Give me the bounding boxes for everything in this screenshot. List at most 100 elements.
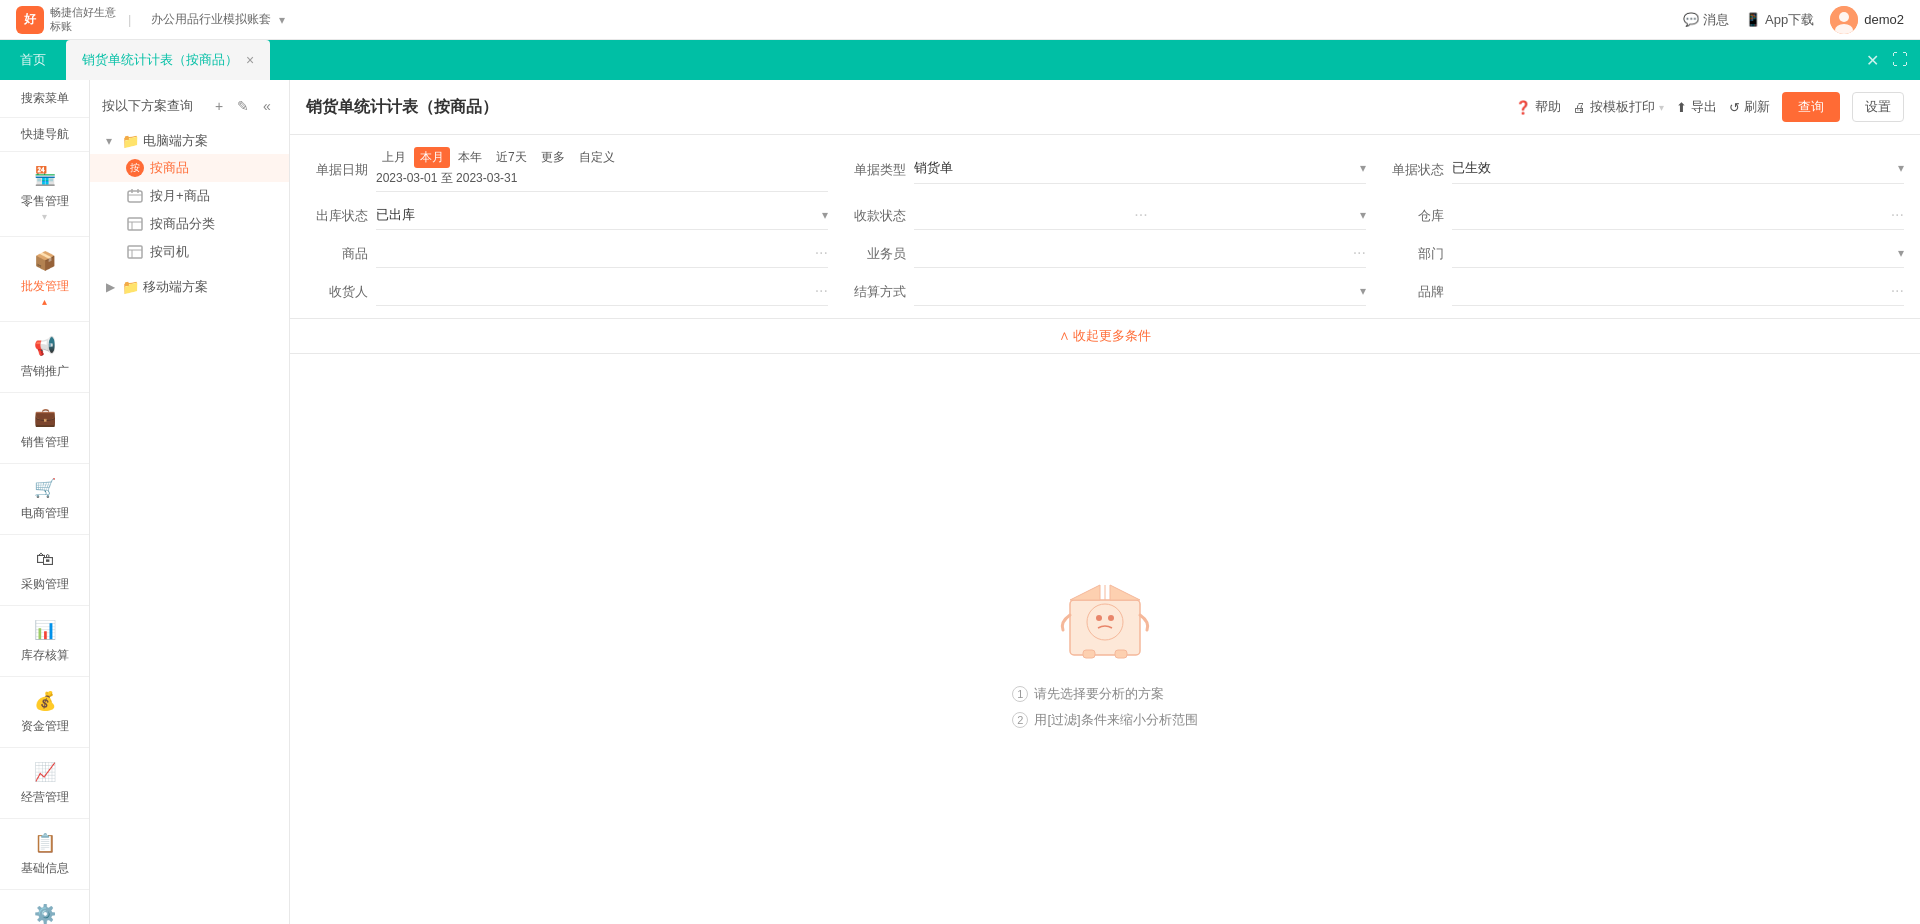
tree-item-by-month-goods[interactable]: 按月+商品 <box>90 182 289 210</box>
tree-item-by-category[interactable]: 按商品分类 <box>90 210 289 238</box>
help-button[interactable]: ❓ 帮助 <box>1515 98 1561 116</box>
tree-item-by-goods[interactable]: 按 按商品 <box>90 154 289 182</box>
sidebar-item-marketing[interactable]: 📢 营销推广 <box>0 322 89 393</box>
warehouse-control[interactable]: ··· <box>1452 202 1904 230</box>
driver-icon <box>126 243 144 261</box>
svg-rect-3 <box>128 191 142 202</box>
tree-section-pc: ▾ 📁 电脑端方案 按 按商品 按月+商品 <box>90 124 289 270</box>
recvstatus-chevron: ▾ <box>1360 208 1366 222</box>
collapse-bar[interactable]: ∧ 收起更多条件 <box>290 319 1920 354</box>
date-btn-this-month[interactable]: 本月 <box>414 147 450 168</box>
page-title: 销货单统计计表（按商品） <box>306 97 498 130</box>
sidebar-item-system[interactable]: ⚙️ 系统管理 <box>0 890 89 924</box>
tree-item-by-driver[interactable]: 按司机 <box>90 238 289 266</box>
date-range[interactable]: 2023-03-01 至 2023-03-31 <box>376 170 517 187</box>
ecommerce-icon: 🛒 <box>34 476 56 501</box>
sidebar-item-operations[interactable]: 📈 经营管理 <box>0 748 89 819</box>
tab-close-icon[interactable]: × <box>246 52 254 68</box>
filter-row-4: 收货人 ··· 结算方式 ▾ 品牌 <box>306 278 1904 306</box>
tab-active[interactable]: 销货单统计计表（按商品） × <box>66 40 270 80</box>
close-window-button[interactable]: ✕ <box>1860 48 1884 72</box>
brand-control[interactable]: ··· <box>1452 278 1904 306</box>
tabbar: 首页 销货单统计计表（按商品） × ✕ ⛶ <box>0 40 1920 80</box>
dept-control[interactable]: ▾ <box>1452 240 1904 268</box>
date-btn-7days[interactable]: 近7天 <box>490 147 533 168</box>
sidebar-item-retail[interactable]: 🏪 零售管理 ▾ <box>0 152 89 237</box>
tree-section-pc-header[interactable]: ▾ 📁 电脑端方案 <box>90 128 289 154</box>
doctype-chevron: ▾ <box>1360 161 1366 175</box>
refresh-icon: ↺ <box>1729 100 1740 115</box>
tree-chevron-right: ▶ <box>106 280 122 294</box>
tree-item-circle: 按 <box>126 159 144 177</box>
empty-tip-1: 1 请先选择要分析的方案 <box>1012 685 1197 703</box>
sidebar-item-sales[interactable]: 💼 销售管理 <box>0 393 89 464</box>
filter-receiver-col: 收货人 ··· <box>306 278 828 306</box>
settle-control[interactable]: ▾ <box>914 278 1366 306</box>
docstatus-chevron: ▾ <box>1898 161 1904 175</box>
refresh-button[interactable]: ↺ 刷新 <box>1729 98 1770 116</box>
date-btn-this-year[interactable]: 本年 <box>452 147 488 168</box>
marketing-icon: 📢 <box>34 334 56 359</box>
main-area: 搜索菜单 快捷导航 🏪 零售管理 ▾ 📦 批发管理 ▴ 📢 营销推广 💼 销售管… <box>0 80 1920 924</box>
warehouse-label: 仓库 <box>1382 207 1452 225</box>
message-button[interactable]: 💬 消息 <box>1683 11 1729 29</box>
export-button[interactable]: ⬆ 导出 <box>1676 98 1717 116</box>
recvstatus-control[interactable]: ··· ▾ <box>914 202 1366 230</box>
svg-rect-7 <box>128 218 142 230</box>
date-btn-more[interactable]: 更多 <box>535 147 571 168</box>
content-wrapper: 按以下方案查询 + ✎ « ▾ 📁 电脑端方案 按 按商品 <box>90 80 1920 924</box>
salesperson-label: 业务员 <box>844 245 914 263</box>
receiver-control[interactable]: ··· <box>376 278 828 306</box>
topbar-dropdown-icon[interactable]: ▾ <box>279 13 285 27</box>
operations-icon: 📈 <box>34 760 56 785</box>
filter-row-2: 出库状态 已出库 ▾ 收款状态 ··· ▾ <box>306 202 1904 230</box>
logo-area: 好 畅捷信好生意 标账 <box>16 6 116 34</box>
salesperson-control[interactable]: ··· <box>914 240 1366 268</box>
doctype-control[interactable]: 销货单 ▾ <box>914 156 1366 184</box>
print-expand-icon: ▾ <box>1659 102 1664 113</box>
svg-point-1 <box>1839 12 1849 22</box>
sidebar-item-wholesale[interactable]: 📦 批发管理 ▴ <box>0 237 89 322</box>
sidebar-item-inventory[interactable]: 📊 库存核算 <box>0 606 89 677</box>
sidebar-search[interactable]: 搜索菜单 <box>0 80 89 118</box>
sidebar: 搜索菜单 快捷导航 🏪 零售管理 ▾ 📦 批发管理 ▴ 📢 营销推广 💼 销售管… <box>0 80 90 924</box>
tab-home[interactable]: 首页 <box>0 40 66 80</box>
outstatus-control[interactable]: 已出库 ▾ <box>376 202 828 230</box>
goods-label: 商品 <box>306 245 376 263</box>
date-control[interactable]: 上月 本月 本年 近7天 更多 自定义 2023-03-01 至 2023-03… <box>376 147 828 192</box>
sidebar-item-ecommerce[interactable]: 🛒 电商管理 <box>0 464 89 535</box>
date-btn-last-month[interactable]: 上月 <box>376 147 412 168</box>
sidebar-item-finance[interactable]: 💰 资金管理 <box>0 677 89 748</box>
outstatus-chevron: ▾ <box>822 208 828 222</box>
filter-row-1: 单据日期 上月 本月 本年 近7天 更多 自定义 2023-03-01 至 20… <box>306 147 1904 192</box>
print-button[interactable]: 🖨 按模板打印 ▾ <box>1573 98 1664 116</box>
mobile-folder-icon: 📁 <box>122 279 139 295</box>
sidebar-item-basic-info[interactable]: 📋 基础信息 <box>0 819 89 890</box>
tree-edit-button[interactable]: ✎ <box>233 96 253 116</box>
settle-chevron: ▾ <box>1360 284 1366 298</box>
user-profile[interactable]: demo2 <box>1830 6 1904 34</box>
settings-button[interactable]: 设置 <box>1852 92 1904 122</box>
tree-collapse-button[interactable]: « <box>257 96 277 116</box>
app-icon: 📱 <box>1745 12 1761 27</box>
docstatus-control[interactable]: 已生效 ▾ <box>1452 156 1904 184</box>
sidebar-item-purchase[interactable]: 🛍 采购管理 <box>0 535 89 606</box>
tree-section-mobile-header[interactable]: ▶ 📁 移动端方案 <box>90 274 289 300</box>
tree-header-actions: + ✎ « <box>209 96 277 116</box>
svg-rect-10 <box>128 246 142 258</box>
receiver-dots: ··· <box>815 282 828 300</box>
sidebar-quick-nav[interactable]: 快捷导航 <box>0 118 89 152</box>
maximize-button[interactable]: ⛶ <box>1888 48 1912 72</box>
goods-control[interactable]: ··· <box>376 240 828 268</box>
tree-header: 按以下方案查询 + ✎ « <box>90 88 289 124</box>
app-download-button[interactable]: 📱 App下载 <box>1745 11 1814 29</box>
tree-section-mobile: ▶ 📁 移动端方案 <box>90 270 289 304</box>
dept-chevron: ▾ <box>1898 246 1904 260</box>
tree-add-button[interactable]: + <box>209 96 229 116</box>
query-button[interactable]: 查询 <box>1782 92 1840 122</box>
help-icon: ❓ <box>1515 100 1531 115</box>
avatar <box>1830 6 1858 34</box>
doctype-label: 单据类型 <box>844 161 914 179</box>
date-btn-custom[interactable]: 自定义 <box>573 147 621 168</box>
filter-brand-col: 品牌 ··· <box>1382 278 1904 306</box>
